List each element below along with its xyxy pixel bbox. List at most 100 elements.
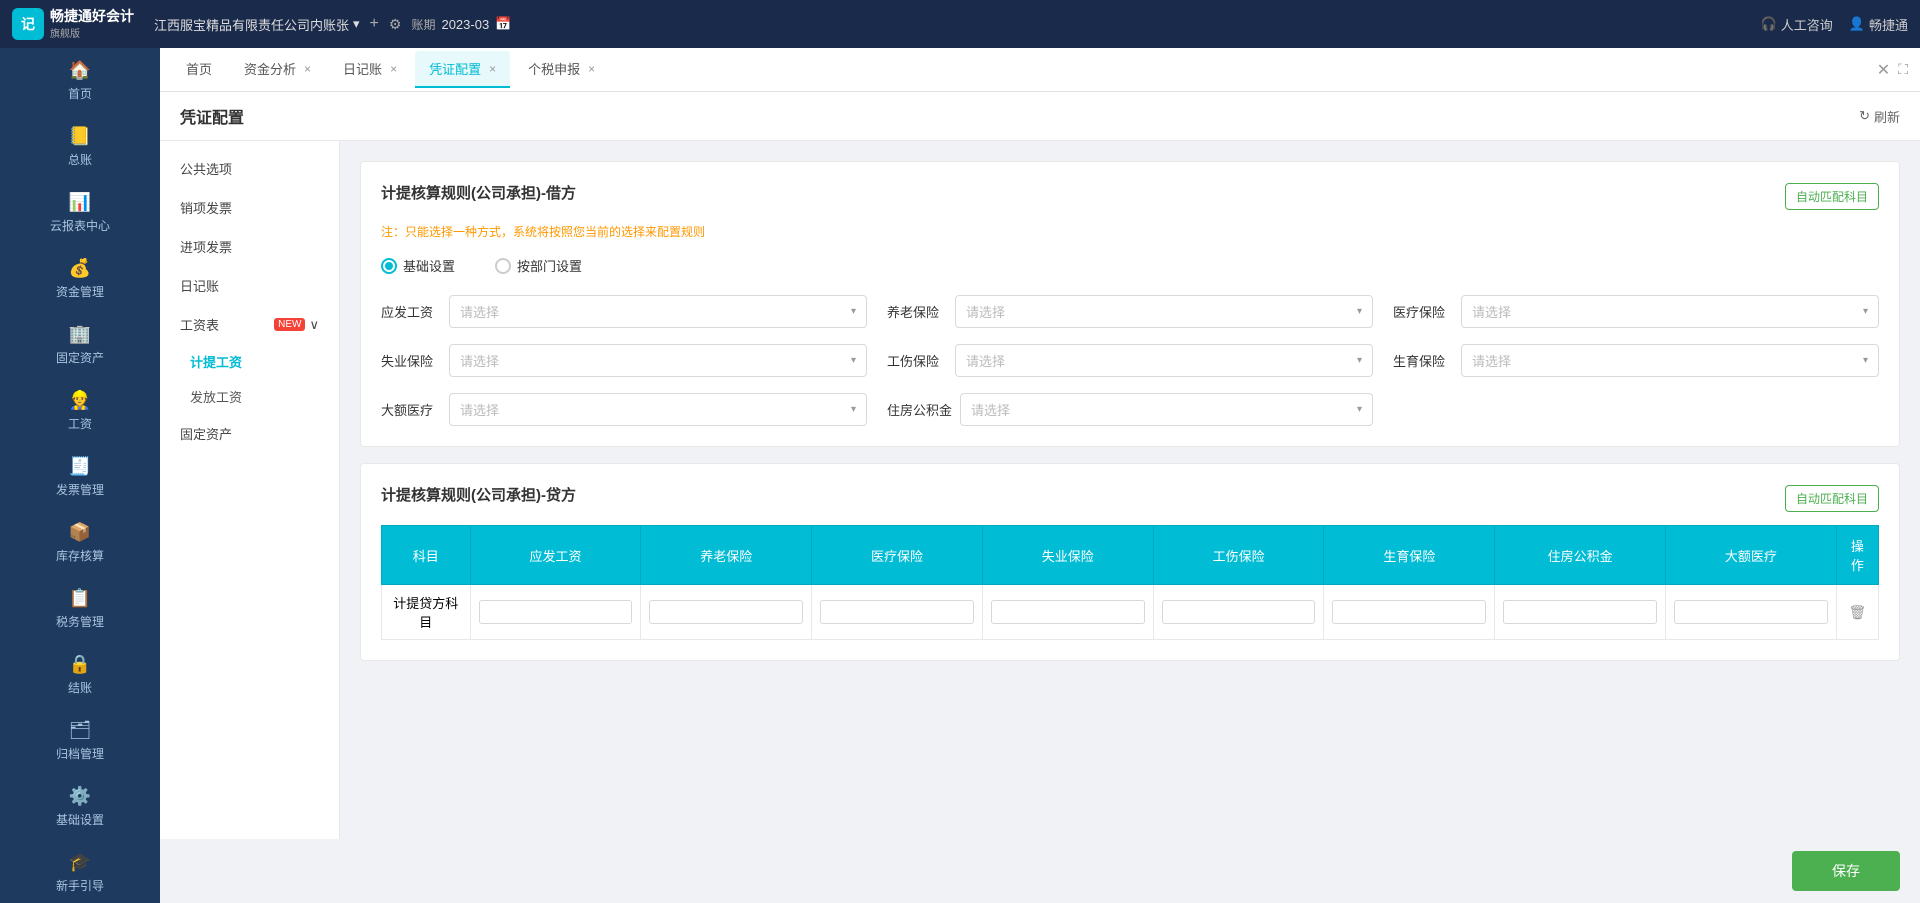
reports-icon: 📊 <box>69 192 91 213</box>
label-ylbx: 养老保险 <box>887 302 947 321</box>
debit-form-grid: 应发工资 请选择 ▾ 养老保险 请选择 ▾ <box>381 295 1879 426</box>
period-value: 2023-03 <box>441 17 489 32</box>
salary-icon: 👷 <box>69 390 91 411</box>
tab-voucher-close[interactable]: × <box>489 62 496 76</box>
tab-capital-close[interactable]: × <box>304 62 311 76</box>
td-sybx[interactable] <box>982 585 1153 640</box>
label-zfgjj: 住房公积金 <box>887 400 952 419</box>
sidebar-item-tax[interactable]: 📋 税务管理 <box>0 576 160 642</box>
home-icon: 🏠 <box>69 60 91 81</box>
nav-salary-table[interactable]: 工资表 NEW ∨ <box>160 305 339 344</box>
calendar-icon[interactable]: 📅 <box>495 16 511 32</box>
td-ylbx2[interactable] <box>812 585 983 640</box>
select-sybx[interactable]: 请选择 ▾ <box>449 344 867 377</box>
td-gsbx[interactable] <box>1153 585 1324 640</box>
sidebar-item-guide[interactable]: 🎓 新手引导 <box>0 840 160 903</box>
nav-pay-salary[interactable]: 发放工资 <box>160 379 339 414</box>
select-sybx2[interactable]: 请选择 ▾ <box>1461 344 1879 377</box>
user-profile[interactable]: 👤 畅捷通 <box>1849 15 1908 34</box>
sidebar-item-closing[interactable]: 🔒 结账 <box>0 642 160 708</box>
td-ylbx[interactable] <box>641 585 812 640</box>
sidebar-item-salary[interactable]: 👷 工资 <box>0 378 160 444</box>
select-zfgjj[interactable]: 请选择 ▾ <box>960 393 1373 426</box>
period-selector[interactable]: 账期 2023-03 📅 <box>411 16 511 33</box>
sidebar-item-fixed-assets[interactable]: 🏢 固定资产 <box>0 312 160 378</box>
settings-icon[interactable]: ⚙ <box>389 16 402 33</box>
period-label: 账期 <box>411 16 435 33</box>
tab-expand[interactable]: ⛶ <box>1898 61 1908 78</box>
td-dayl[interactable] <box>1665 585 1836 640</box>
tax-icon: 📋 <box>69 588 91 609</box>
tab-bar: 首页 资金分析 × 日记账 × 凭证配置 × 个税申报 × ✕ ⛶ <box>160 48 1920 92</box>
input-zfgjj[interactable] <box>1503 600 1657 624</box>
save-button[interactable]: 保存 <box>1792 851 1900 891</box>
refresh-icon: ↻ <box>1859 108 1870 124</box>
td-zfgjj[interactable] <box>1495 585 1666 640</box>
th-action: 操作 <box>1836 526 1878 585</box>
tab-voucher[interactable]: 凭证配置 × <box>415 51 510 88</box>
td-yfgz[interactable] <box>470 585 641 640</box>
radio-dept[interactable]: 按部门设置 <box>495 256 582 275</box>
tab-tax-close[interactable]: × <box>588 62 595 76</box>
sidebar-item-home[interactable]: 🏠 首页 <box>0 48 160 114</box>
radio-basic[interactable]: 基础设置 <box>381 256 455 275</box>
credit-auto-match-button[interactable]: 自动匹配科目 <box>1785 485 1879 512</box>
radio-basic-label: 基础设置 <box>403 256 455 275</box>
nav-fixed-assets-label: 固定资产 <box>180 424 232 443</box>
td-delete[interactable]: 🗑 <box>1836 585 1878 640</box>
label-sybx: 失业保险 <box>381 351 441 370</box>
invoice-icon: 🧾 <box>69 456 91 477</box>
sidebar-label-invoice: 发票管理 <box>56 481 104 498</box>
sidebar-label-tax: 税务管理 <box>56 613 104 630</box>
refresh-button[interactable]: ↻ 刷新 <box>1859 107 1900 126</box>
select-ylbx2[interactable]: 请选择 ▾ <box>1461 295 1879 328</box>
settings-nav-icon: ⚙️ <box>69 786 91 807</box>
delete-icon[interactable]: 🗑 <box>1848 604 1866 620</box>
select-gsbx[interactable]: 请选择 ▾ <box>955 344 1373 377</box>
nav-sales[interactable]: 销项发票 <box>160 188 339 227</box>
sidebar-label-archive: 归档管理 <box>56 745 104 762</box>
consult-button[interactable]: 🎧 人工咨询 <box>1761 15 1833 34</box>
sidebar-item-reports[interactable]: 📊 云报表中心 <box>0 180 160 246</box>
select-yfgz[interactable]: 请选择 ▾ <box>449 295 867 328</box>
input-ylbx2[interactable] <box>820 600 974 624</box>
add-tab-button[interactable]: + <box>370 15 379 33</box>
tab-tax[interactable]: 个税申报 × <box>514 51 609 88</box>
tab-journal-close[interactable]: × <box>390 62 397 76</box>
input-ylbx[interactable] <box>649 600 803 624</box>
sidebar-item-settings[interactable]: ⚙️ 基础设置 <box>0 774 160 840</box>
company-name: 江西服宝精品有限责任公司内账张 <box>154 15 349 34</box>
td-sybx2[interactable] <box>1324 585 1495 640</box>
topbar-actions: 🎧 人工咨询 👤 畅捷通 <box>1761 15 1908 34</box>
new-badge: NEW <box>274 318 305 331</box>
sidebar-item-invoice[interactable]: 🧾 发票管理 <box>0 444 160 510</box>
tab-close-all[interactable]: ✕ <box>1877 60 1890 80</box>
company-selector[interactable]: 江西服宝精品有限责任公司内账张 ▾ <box>154 15 360 34</box>
tab-capital[interactable]: 资金分析 × <box>230 51 325 88</box>
sidebar-item-capital[interactable]: 💰 资金管理 <box>0 246 160 312</box>
input-yfgz[interactable] <box>479 600 633 624</box>
sidebar-item-ledger[interactable]: 📒 总账 <box>0 114 160 180</box>
nav-purchase[interactable]: 进项发票 <box>160 227 339 266</box>
nav-calc-salary[interactable]: 计提工资 <box>160 344 339 379</box>
debit-auto-match-button[interactable]: 自动匹配科目 <box>1785 183 1879 210</box>
input-gsbx[interactable] <box>1162 600 1316 624</box>
select-sybx2-value: 请选择 <box>1472 351 1511 370</box>
select-gsbx-arrow: ▾ <box>1357 355 1362 366</box>
label-yfgz: 应发工资 <box>381 302 441 321</box>
nav-public[interactable]: 公共选项 <box>160 149 339 188</box>
nav-journal[interactable]: 日记账 <box>160 266 339 305</box>
sidebar-item-archive[interactable]: 🗂 归档管理 <box>0 708 160 774</box>
nav-fixed-assets[interactable]: 固定资产 <box>160 414 339 453</box>
th-zfgjj: 住房公积金 <box>1495 526 1666 585</box>
select-ylbx[interactable]: 请选择 ▾ <box>955 295 1373 328</box>
input-sybx2[interactable] <box>1332 600 1486 624</box>
input-sybx[interactable] <box>991 600 1145 624</box>
sidebar-item-inventory[interactable]: 📦 库存核算 <box>0 510 160 576</box>
input-dayl[interactable] <box>1674 600 1828 624</box>
select-dayl[interactable]: 请选择 ▾ <box>449 393 867 426</box>
th-subject: 科目 <box>382 526 471 585</box>
tab-journal[interactable]: 日记账 × <box>329 51 411 88</box>
tab-home[interactable]: 首页 <box>172 51 226 88</box>
company-dropdown-icon[interactable]: ▾ <box>353 16 360 32</box>
